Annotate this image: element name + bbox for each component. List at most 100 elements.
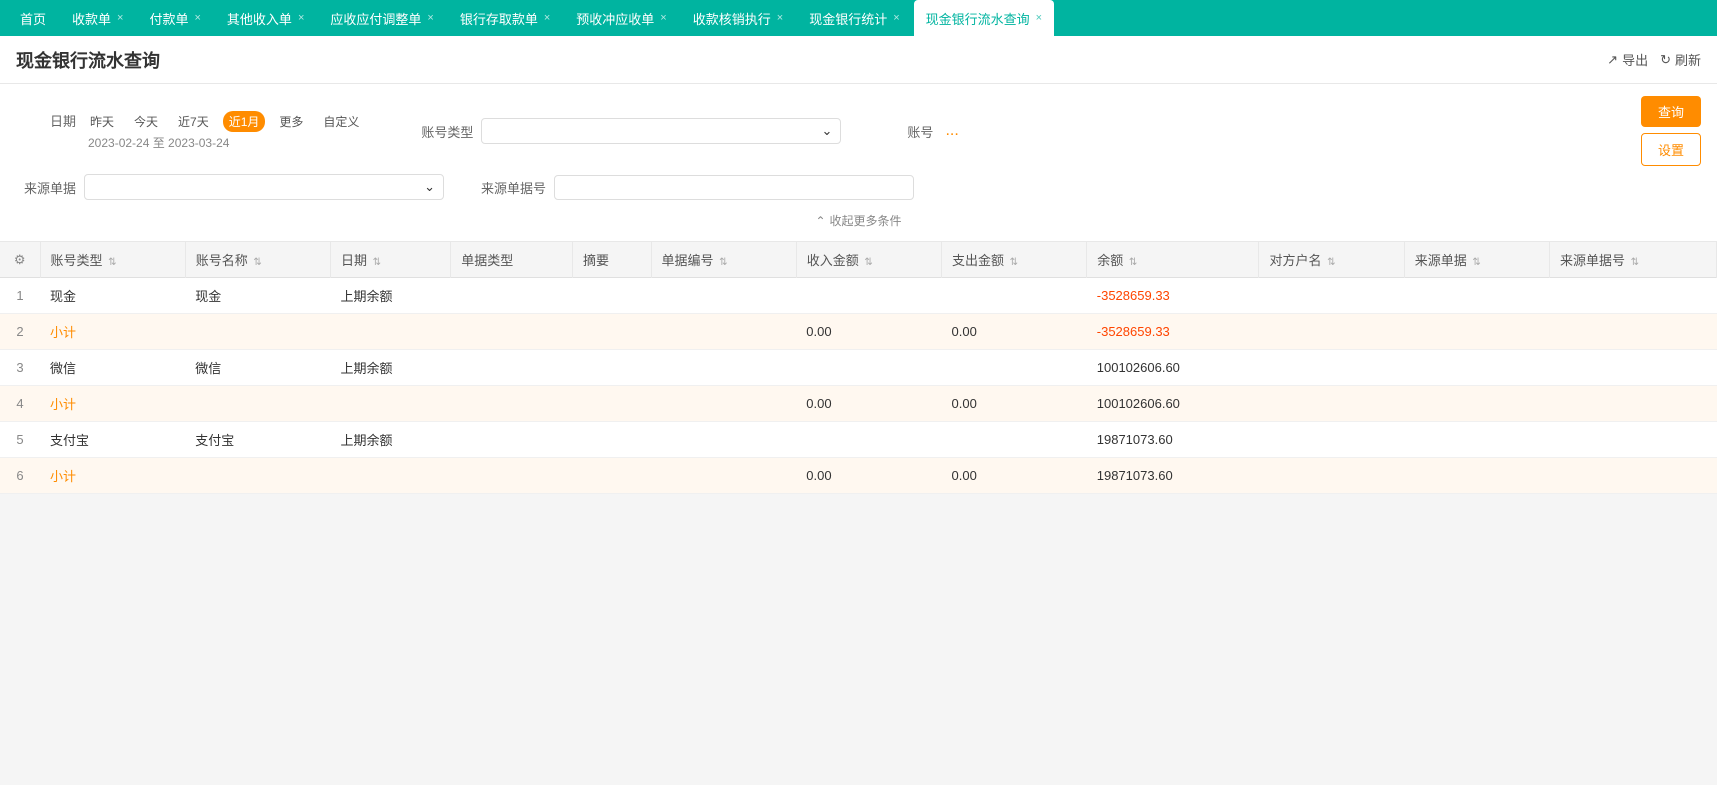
gear-icon[interactable]: ⚙ [14,252,26,267]
table-col-gear[interactable]: ⚙ [0,242,40,278]
nav-tab-receipt-close[interactable]: × [117,12,123,24]
table-row[interactable]: 3 微信 微信 上期余额 100102606.60 [0,350,1717,386]
table-col-date[interactable]: 日期 ⇅ [331,242,451,278]
col-source-doc-label: 来源单据 [1415,253,1467,268]
row-index: 5 [0,422,40,458]
nav-tab-receipt-verify-close[interactable]: × [777,12,783,24]
row-source-doc-no [1549,458,1716,494]
row-date: 上期余额 [331,422,451,458]
table-row[interactable]: 2 小计 0.00 0.00 -3528659.33 [0,314,1717,350]
date-shortcut-1month[interactable]: 近1月 [223,111,266,132]
table-row[interactable]: 1 现金 现金 上期余额 -3528659.33 [0,278,1717,314]
row-balance: -3528659.33 [1087,278,1259,314]
row-expense: 0.00 [942,386,1087,422]
row-date [331,386,451,422]
top-nav: 首页 收款单 × 付款单 × 其他收入单 × 应收应付调整单 × 银行存取款单 … [0,0,1717,36]
date-shortcut-yesterday[interactable]: 昨天 [84,111,120,132]
table-col-source-doc-no[interactable]: 来源单据号 ⇅ [1549,242,1716,278]
refresh-button[interactable]: ↻ 刷新 [1660,50,1701,69]
row-account-name: 微信 [185,350,330,386]
date-filter-label: 日期 [16,111,76,130]
sort-icon-balance: ⇅ [1129,257,1137,268]
row-income [796,422,941,458]
query-button[interactable]: 查询 [1641,96,1701,127]
table-header-row: ⚙ 账号类型 ⇅ 账号名称 ⇅ 日期 ⇅ 单据类型 摘要 [0,242,1717,278]
date-shortcut-more[interactable]: 更多 [273,111,309,132]
table-col-account-name[interactable]: 账号名称 ⇅ [185,242,330,278]
nav-tab-receipt-label: 收款单 [72,9,111,28]
table-col-income[interactable]: 收入金额 ⇅ [796,242,941,278]
nav-tab-cash-bank-flow[interactable]: 现金银行流水查询 × [914,0,1054,36]
nav-tab-other-income[interactable]: 其他收入单 × [215,0,316,36]
page-title: 现金银行流水查询 [16,47,160,73]
table-col-balance[interactable]: 余额 ⇅ [1087,242,1259,278]
table-col-source-doc[interactable]: 来源单据 ⇅ [1404,242,1549,278]
source-doc-no-input[interactable] [554,175,914,200]
nav-tab-cash-bank-flow-close[interactable]: × [1036,12,1042,24]
row-date: 上期余额 [331,278,451,314]
col-date-label: 日期 [341,253,367,268]
nav-tab-payment[interactable]: 付款单 × [137,0,212,36]
col-account-type-label: 账号类型 [51,253,103,268]
table-col-counterpart[interactable]: 对方户名 ⇅ [1259,242,1404,278]
nav-tab-cash-bank-stat-close[interactable]: × [893,12,899,24]
action-buttons: 查询 设置 [1641,96,1701,166]
row-source-doc [1404,278,1549,314]
col-income-label: 收入金额 [807,253,859,268]
source-doc-chevron-icon: ⌄ [424,179,435,195]
account-label: 账号 [873,122,933,141]
nav-tab-other-income-close[interactable]: × [298,12,304,24]
row-account-type: 小计 [40,314,185,350]
export-label: 导出 [1622,50,1648,69]
source-doc-select[interactable]: ⌄ [84,174,444,200]
nav-tab-cash-bank-stat[interactable]: 现金银行统计 × [797,0,911,36]
nav-tab-receipt[interactable]: 收款单 × [60,0,135,36]
collapse-button[interactable]: ⌃ 收起更多条件 [815,212,901,229]
nav-tab-bank-deposit[interactable]: 银行存取款单 × [448,0,562,36]
nav-tab-receipt-verify[interactable]: 收款核销执行 × [681,0,795,36]
account-type-select[interactable]: ⌄ [481,118,841,144]
table-row[interactable]: 4 小计 0.00 0.00 100102606.60 [0,386,1717,422]
nav-tab-pre-receive[interactable]: 预收冲应收单 × [564,0,678,36]
row-balance: 100102606.60 [1087,350,1259,386]
nav-tab-ar-ap-adjust-close[interactable]: × [427,12,433,24]
table-body: 1 现金 现金 上期余额 -3528659.33 2 小计 0.00 0.00 … [0,278,1717,494]
nav-tab-home[interactable]: 首页 [8,0,58,36]
col-summary-label: 摘要 [583,253,609,268]
table-col-doc-type[interactable]: 单据类型 [451,242,573,278]
header-actions: ↗ 导出 ↻ 刷新 [1607,50,1701,69]
nav-tab-bank-deposit-close[interactable]: × [544,12,550,24]
row-expense [942,350,1087,386]
nav-tab-other-income-label: 其他收入单 [227,9,292,28]
table-col-account-type[interactable]: 账号类型 ⇅ [40,242,185,278]
row-account-type: 小计 [40,458,185,494]
date-shortcut-today[interactable]: 今天 [128,111,164,132]
row-income: 0.00 [796,314,941,350]
row-counterpart [1259,350,1404,386]
date-shortcut-7days[interactable]: 近7天 [172,111,215,132]
row-account-type: 支付宝 [40,422,185,458]
row-summary [573,422,651,458]
table-row[interactable]: 5 支付宝 支付宝 上期余额 19871073.60 [0,422,1717,458]
nav-tab-payment-close[interactable]: × [194,12,200,24]
sort-icon-source-doc-no: ⇅ [1631,257,1639,268]
table-col-doc-no[interactable]: 单据编号 ⇅ [651,242,796,278]
nav-tab-pre-receive-label: 预收冲应收单 [576,9,654,28]
nav-tab-pre-receive-close[interactable]: × [660,12,666,24]
account-dots-button[interactable]: ... [941,118,962,144]
date-shortcut-custom[interactable]: 自定义 [317,111,365,132]
row-doc-type [451,386,573,422]
row-doc-type [451,458,573,494]
export-button[interactable]: ↗ 导出 [1607,50,1648,69]
sort-icon-counterpart: ⇅ [1327,257,1335,268]
table-col-summary[interactable]: 摘要 [573,242,651,278]
table-row[interactable]: 6 小计 0.00 0.00 19871073.60 [0,458,1717,494]
settings-button[interactable]: 设置 [1641,133,1701,166]
nav-tab-receipt-verify-label: 收款核销执行 [693,9,771,28]
row-doc-no [651,386,796,422]
nav-tab-ar-ap-adjust[interactable]: 应收应付调整单 × [318,0,445,36]
row-counterpart [1259,386,1404,422]
table-col-expense[interactable]: 支出金额 ⇅ [942,242,1087,278]
col-counterpart-label: 对方户名 [1269,253,1321,268]
row-expense: 0.00 [942,314,1087,350]
